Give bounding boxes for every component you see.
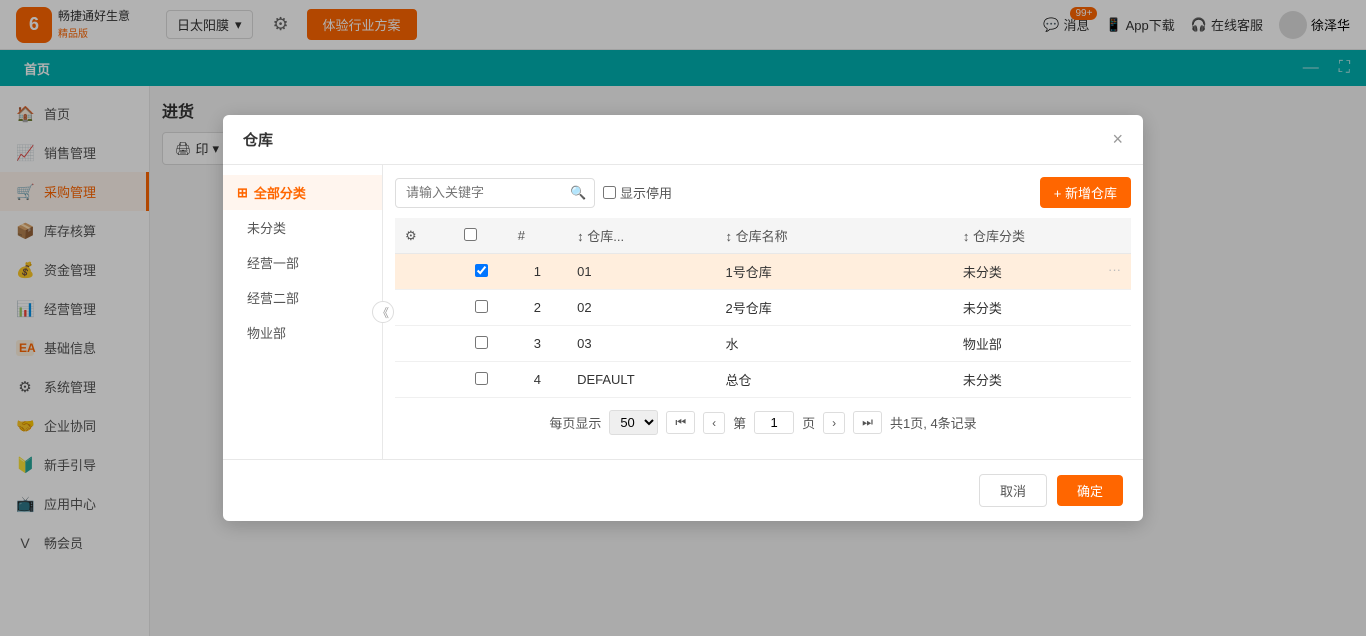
modal-footer: 取消 确定 (223, 459, 1143, 521)
select-all-checkbox[interactable] (464, 228, 477, 241)
table-toolbar: 🔍 显示停用 + 新增仓库 (395, 177, 1131, 208)
row-code: DEFAULT (567, 362, 715, 398)
col-check-header (454, 218, 507, 254)
cat-item-3[interactable]: 物业部 (223, 315, 382, 350)
row-checkbox-2[interactable] (475, 336, 488, 349)
row-dots[interactable]: ··· (1108, 262, 1121, 277)
row-checkbox-0[interactable] (475, 264, 488, 277)
table-area: 🔍 显示停用 + 新增仓库 ⚙ (383, 165, 1143, 459)
collapse-sidebar-btn[interactable]: 《 (372, 301, 394, 323)
col-code-header: ↕ 仓库... (567, 218, 715, 254)
table-row: 2 02 2号仓库 未分类 (395, 290, 1131, 326)
page-label: 第 (733, 413, 746, 432)
all-categories-btn[interactable]: ⊞ 全部分类 (223, 175, 382, 210)
row-check[interactable] (454, 362, 507, 398)
cat-item-1[interactable]: 经营一部 (223, 245, 382, 280)
per-page-label: 每页显示 (549, 413, 601, 432)
row-gear (395, 254, 454, 290)
row-check[interactable] (454, 290, 507, 326)
cat-item-2[interactable]: 经营二部 (223, 280, 382, 315)
col-num-header: # (508, 218, 567, 254)
row-name: 总仓 (715, 362, 952, 398)
warehouse-table: ⚙ # ↕ 仓库... ↕ 仓库名称 (395, 218, 1131, 398)
sort-icon: ↕ (577, 229, 584, 244)
row-category: 未分类 (953, 362, 1131, 398)
row-check[interactable] (454, 326, 507, 362)
row-category: 未分类··· (953, 254, 1131, 290)
grid-icon: ⊞ (237, 185, 248, 201)
modal-overlay: 仓库 × ⊞ 全部分类 未分类 经营一部 经营二部 物业部 《 (0, 0, 1366, 636)
search-input[interactable] (406, 185, 566, 200)
all-categories-label: 全部分类 (254, 183, 306, 202)
show-disabled-text: 显示停用 (620, 183, 672, 202)
page-number-input[interactable] (754, 411, 794, 434)
cancel-btn[interactable]: 取消 (979, 474, 1047, 507)
modal-title: 仓库 (243, 129, 273, 150)
row-num: 3 (508, 326, 567, 362)
row-code: 02 (567, 290, 715, 326)
table-header-row: ⚙ # ↕ 仓库... ↕ 仓库名称 (395, 218, 1131, 254)
show-disabled-label[interactable]: 显示停用 (603, 183, 672, 202)
next-page-btn[interactable]: › (823, 412, 845, 434)
prev-page-btn[interactable]: ‹ (703, 412, 725, 434)
modal-body: ⊞ 全部分类 未分类 经营一部 经营二部 物业部 《 🔍 (223, 165, 1143, 459)
cat-item-0[interactable]: 未分类 (223, 210, 382, 245)
row-name: 1号仓库 (715, 254, 952, 290)
sort-icon: ↕ (725, 229, 732, 244)
row-checkbox-1[interactable] (475, 300, 488, 313)
modal-header: 仓库 × (223, 115, 1143, 165)
total-info: 共1页, 4条记录 (890, 413, 977, 432)
pagination: 每页显示 50 ⏮ ‹ 第 页 › ⏭ 共1页, 4条记录 (395, 398, 1131, 447)
row-name: 2号仓库 (715, 290, 952, 326)
category-sidebar: ⊞ 全部分类 未分类 经营一部 经营二部 物业部 《 (223, 165, 383, 459)
row-code: 01 (567, 254, 715, 290)
show-disabled-checkbox[interactable] (603, 186, 616, 199)
row-gear (395, 290, 454, 326)
row-check[interactable] (454, 254, 507, 290)
search-icon: 🔍 (570, 185, 586, 201)
row-checkbox-3[interactable] (475, 372, 488, 385)
confirm-btn[interactable]: 确定 (1057, 475, 1123, 506)
row-category: 未分类 (953, 290, 1131, 326)
row-gear (395, 326, 454, 362)
warehouse-modal: 仓库 × ⊞ 全部分类 未分类 经营一部 经营二部 物业部 《 (223, 115, 1143, 521)
row-category: 物业部 (953, 326, 1131, 362)
col-gear-header: ⚙ (395, 218, 454, 254)
search-box: 🔍 (395, 178, 595, 208)
row-num: 1 (508, 254, 567, 290)
col-name-header: ↕ 仓库名称 (715, 218, 952, 254)
modal-close-btn[interactable]: × (1112, 129, 1123, 150)
add-warehouse-btn[interactable]: + 新增仓库 (1040, 177, 1131, 208)
page-suffix: 页 (802, 413, 815, 432)
table-body: 1 01 1号仓库 未分类··· 2 02 2号仓库 未分类 3 03 水 物业… (395, 254, 1131, 398)
row-num: 2 (508, 290, 567, 326)
table-row: 1 01 1号仓库 未分类··· (395, 254, 1131, 290)
table-row: 3 03 水 物业部 (395, 326, 1131, 362)
first-page-btn[interactable]: ⏮ (666, 411, 695, 434)
sort-icon: ↕ (963, 229, 970, 244)
table-row: 4 DEFAULT 总仓 未分类 (395, 362, 1131, 398)
last-page-btn[interactable]: ⏭ (853, 411, 882, 434)
per-page-select[interactable]: 50 (609, 410, 658, 435)
row-num: 4 (508, 362, 567, 398)
row-gear (395, 362, 454, 398)
row-code: 03 (567, 326, 715, 362)
col-cat-header: ↕ 仓库分类 (953, 218, 1131, 254)
row-name: 水 (715, 326, 952, 362)
